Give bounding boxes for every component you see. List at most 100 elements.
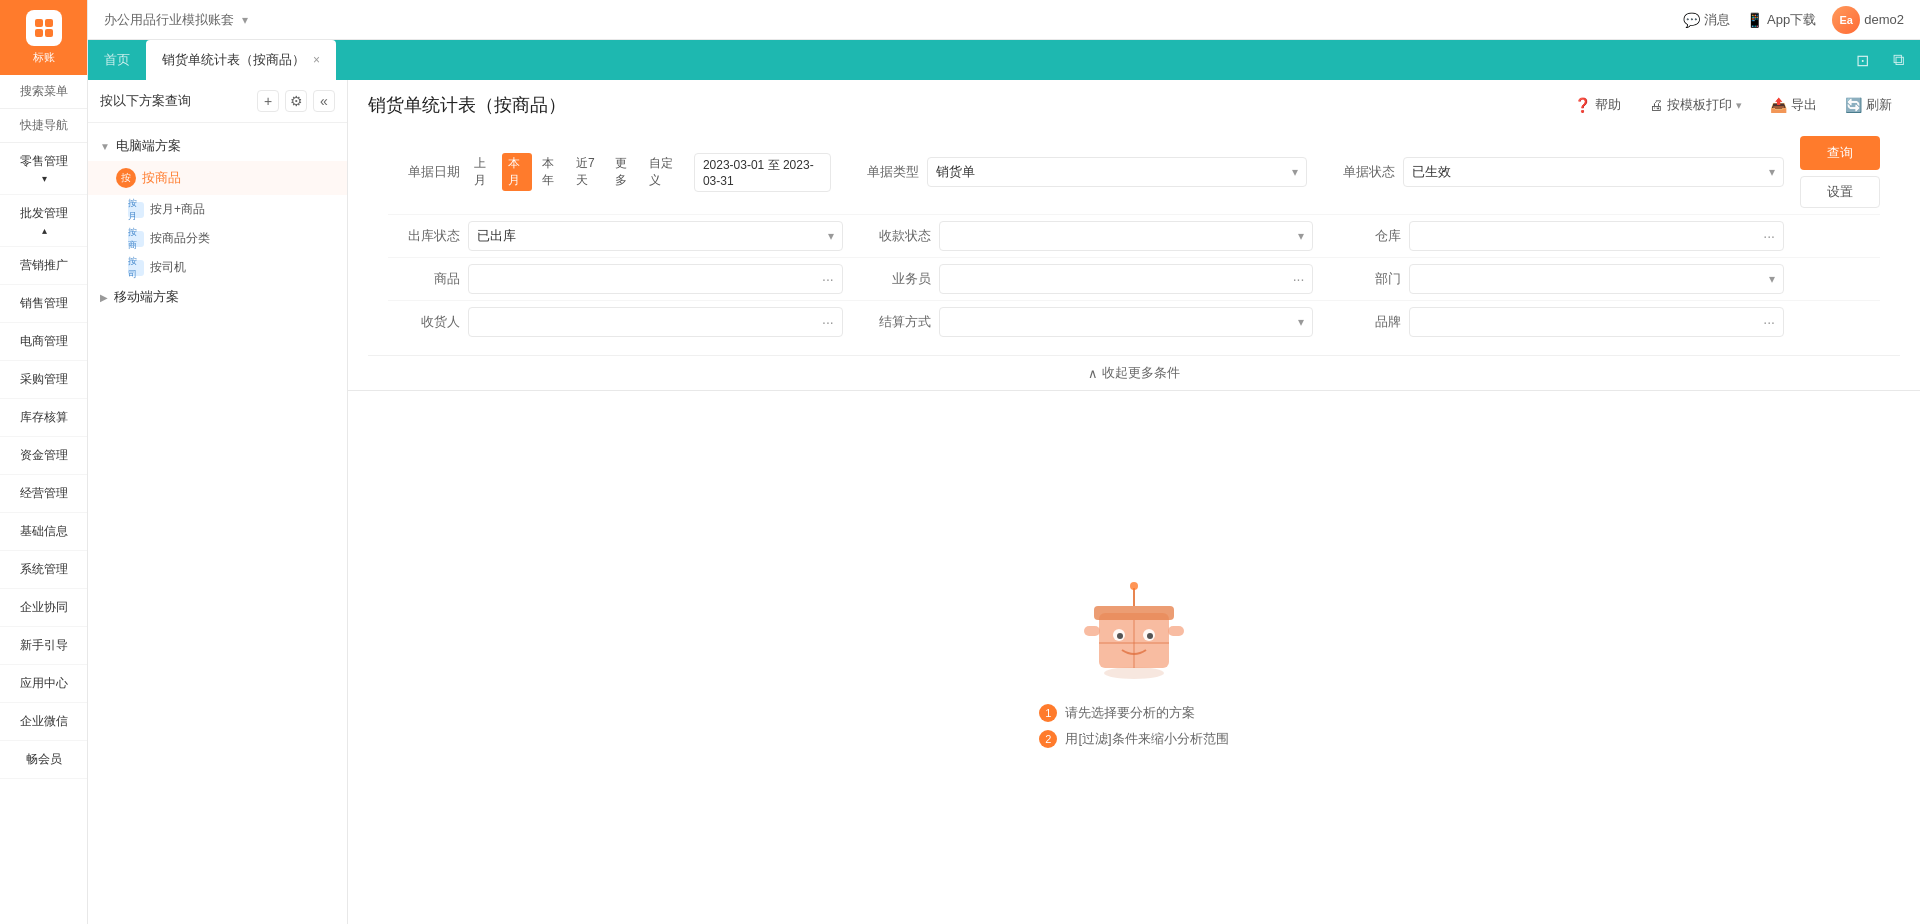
scheme-item-by-driver[interactable]: 按司 按司机 bbox=[88, 253, 347, 282]
sidebar-item-retail-arrow: ▾ bbox=[42, 173, 47, 184]
scheme-item-by-goods[interactable]: 按 按商品 bbox=[88, 161, 347, 195]
page-header: 销货单统计表（按商品） ❓ 帮助 🖨 按模板打印 ▾ 📤 bbox=[348, 80, 1920, 391]
sidebar-item-system[interactable]: 系统管理 bbox=[0, 551, 87, 589]
svg-rect-2 bbox=[35, 29, 43, 37]
sidebar-shortcut-item[interactable]: 快捷导航 bbox=[0, 109, 87, 143]
mobile-scheme-group[interactable]: ▶ 移动端方案 bbox=[88, 282, 347, 312]
staff-label: 业务员 bbox=[859, 270, 939, 288]
svg-point-12 bbox=[1147, 633, 1153, 639]
query-button[interactable]: 查询 bbox=[1800, 136, 1880, 170]
sidebar-item-purchase[interactable]: 采购管理 bbox=[0, 361, 87, 399]
goods-dots: ··· bbox=[822, 271, 834, 287]
type-filter[interactable]: 销货单 ▾ bbox=[927, 157, 1308, 187]
scheme-item-by-month-goods[interactable]: 按月 按月+商品 bbox=[88, 195, 347, 224]
sidebar-item-guide[interactable]: 新手引导 bbox=[0, 627, 87, 665]
receipt-filter[interactable]: ▾ bbox=[939, 221, 1314, 251]
brand-label: 品牌 bbox=[1329, 313, 1409, 331]
sidebar-item-basic-label: 基础信息 bbox=[20, 523, 68, 540]
tab-minimize-btn[interactable]: ⊡ bbox=[1848, 46, 1876, 74]
warehouse-filter[interactable]: ··· bbox=[1409, 221, 1784, 251]
sidebar-item-management[interactable]: 经营管理 bbox=[0, 475, 87, 513]
sidebar-item-wholesale[interactable]: 批发管理 ▴ bbox=[0, 195, 87, 247]
print-icon: 🖨 bbox=[1649, 97, 1663, 113]
print-dropdown-arrow: ▾ bbox=[1736, 99, 1742, 112]
sidebar-item-wechat-label: 企业微信 bbox=[20, 713, 68, 730]
sidebar-item-enterprise[interactable]: 企业协同 bbox=[0, 589, 87, 627]
print-btn[interactable]: 🖨 按模板打印 ▾ bbox=[1641, 92, 1750, 118]
tab-restore-btn[interactable]: ⧉ bbox=[1884, 46, 1912, 74]
dept-arrow: ▾ bbox=[1769, 272, 1775, 286]
date-tab-custom[interactable]: 自定义 bbox=[643, 153, 682, 191]
scheme-item-by-goods-icon: 按 bbox=[116, 168, 136, 188]
sidebar-item-guide-label: 新手引导 bbox=[20, 637, 68, 654]
tab-sales-stats[interactable]: 销货单统计表（按商品） × bbox=[146, 40, 336, 80]
tip-num-2: 2 bbox=[1039, 730, 1057, 748]
svg-rect-15 bbox=[1084, 626, 1100, 636]
tabbar: 首页 销货单统计表（按商品） × ⊡ ⧉ bbox=[88, 40, 1920, 80]
brand-filter[interactable]: ··· bbox=[1409, 307, 1784, 337]
sidebar-item-member[interactable]: 畅会员 bbox=[0, 741, 87, 779]
sidebar-item-inventory[interactable]: 库存核算 bbox=[0, 399, 87, 437]
refresh-btn[interactable]: 🔄 刷新 bbox=[1837, 92, 1900, 118]
brand-dots: ··· bbox=[1763, 314, 1775, 330]
right-panel: 销货单统计表（按商品） ❓ 帮助 🖨 按模板打印 ▾ 📤 bbox=[348, 80, 1920, 924]
tabbar-actions: ⊡ ⧉ bbox=[1848, 46, 1920, 74]
dept-filter[interactable]: ▾ bbox=[1409, 264, 1784, 294]
type-arrow: ▾ bbox=[1292, 165, 1298, 179]
tab-close-icon[interactable]: × bbox=[313, 53, 320, 67]
collapse-more-btn[interactable]: ∧ 收起更多条件 bbox=[368, 355, 1900, 390]
sidebar-item-wechat[interactable]: 企业微信 bbox=[0, 703, 87, 741]
date-tab-7days[interactable]: 近7天 bbox=[570, 153, 605, 191]
payment-filter[interactable]: ▾ bbox=[939, 307, 1314, 337]
help-label: 帮助 bbox=[1595, 96, 1621, 114]
page-title: 销货单统计表（按商品） bbox=[368, 93, 566, 117]
avatar-text: Ea bbox=[1840, 14, 1853, 26]
sidebar-item-member-label: 畅会员 bbox=[26, 751, 62, 768]
date-tab-this-month[interactable]: 本月 bbox=[502, 153, 532, 191]
date-range-value: 2023-03-01 至 2023-03-31 bbox=[703, 158, 814, 188]
industry-dropdown-arrow[interactable]: ▾ bbox=[242, 13, 248, 27]
date-tab-more[interactable]: 更多 bbox=[609, 153, 639, 191]
left-panel-title: 按以下方案查询 bbox=[100, 92, 249, 110]
receiver-filter[interactable]: ··· bbox=[468, 307, 843, 337]
desktop-group-arrow: ▼ bbox=[100, 141, 110, 152]
message-btn[interactable]: 💬 消息 bbox=[1683, 11, 1730, 29]
status-filter[interactable]: 已生效 ▾ bbox=[1403, 157, 1784, 187]
export-btn[interactable]: 📤 导出 bbox=[1762, 92, 1825, 118]
collapse-panel-btn[interactable]: « bbox=[313, 90, 335, 112]
tab-home[interactable]: 首页 bbox=[88, 40, 146, 80]
print-label: 按模板打印 bbox=[1667, 96, 1732, 114]
sidebar-item-inventory-label: 库存核算 bbox=[20, 409, 68, 426]
desktop-group-header[interactable]: ▼ 电脑端方案 bbox=[88, 131, 347, 161]
type-value: 销货单 bbox=[936, 163, 1289, 181]
help-btn[interactable]: ❓ 帮助 bbox=[1566, 92, 1629, 118]
date-tab-this-year[interactable]: 本年 bbox=[536, 153, 566, 191]
sidebar-item-apps[interactable]: 应用中心 bbox=[0, 665, 87, 703]
add-scheme-btn[interactable]: + bbox=[257, 90, 279, 112]
sidebar-item-basic[interactable]: 基础信息 bbox=[0, 513, 87, 551]
sidebar-item-marketing[interactable]: 营销推广 bbox=[0, 247, 87, 285]
goods-label: 商品 bbox=[388, 270, 468, 288]
settings-button[interactable]: 设置 bbox=[1800, 176, 1880, 208]
user-menu[interactable]: Ea demo2 bbox=[1832, 6, 1904, 34]
sidebar-item-retail[interactable]: 零售管理 ▾ bbox=[0, 143, 87, 195]
main-area: 办公用品行业模拟账套 ▾ 💬 消息 📱 App下载 Ea demo2 首页 bbox=[88, 0, 1920, 924]
sidebar-search-item[interactable]: 搜索菜单 bbox=[0, 75, 87, 109]
app-download-btn[interactable]: 📱 App下载 bbox=[1746, 11, 1816, 29]
scheme-sub-icon-month: 按月 bbox=[128, 202, 144, 218]
sidebar-item-retail-label: 零售管理 bbox=[20, 153, 68, 170]
sidebar-logo: 标账 bbox=[0, 0, 88, 75]
goods-filter[interactable]: ··· bbox=[468, 264, 843, 294]
date-tabs: 上月 本月 本年 近7天 更多 自定义 bbox=[468, 153, 682, 191]
sidebar-item-ecommerce[interactable]: 电商管理 bbox=[0, 323, 87, 361]
date-tab-last-month[interactable]: 上月 bbox=[468, 153, 498, 191]
staff-filter[interactable]: ··· bbox=[939, 264, 1314, 294]
scheme-item-by-category[interactable]: 按商 按商品分类 bbox=[88, 224, 347, 253]
sidebar-item-sales[interactable]: 销售管理 bbox=[0, 285, 87, 323]
scheme-item-by-goods-label: 按商品 bbox=[142, 169, 181, 187]
settings-scheme-btn[interactable]: ⚙ bbox=[285, 90, 307, 112]
out-filter[interactable]: 已出库 ▾ bbox=[468, 221, 843, 251]
sidebar-item-finance[interactable]: 资金管理 bbox=[0, 437, 87, 475]
date-range-input[interactable]: 2023-03-01 至 2023-03-31 bbox=[694, 153, 831, 192]
receiver-dots: ··· bbox=[822, 314, 834, 330]
